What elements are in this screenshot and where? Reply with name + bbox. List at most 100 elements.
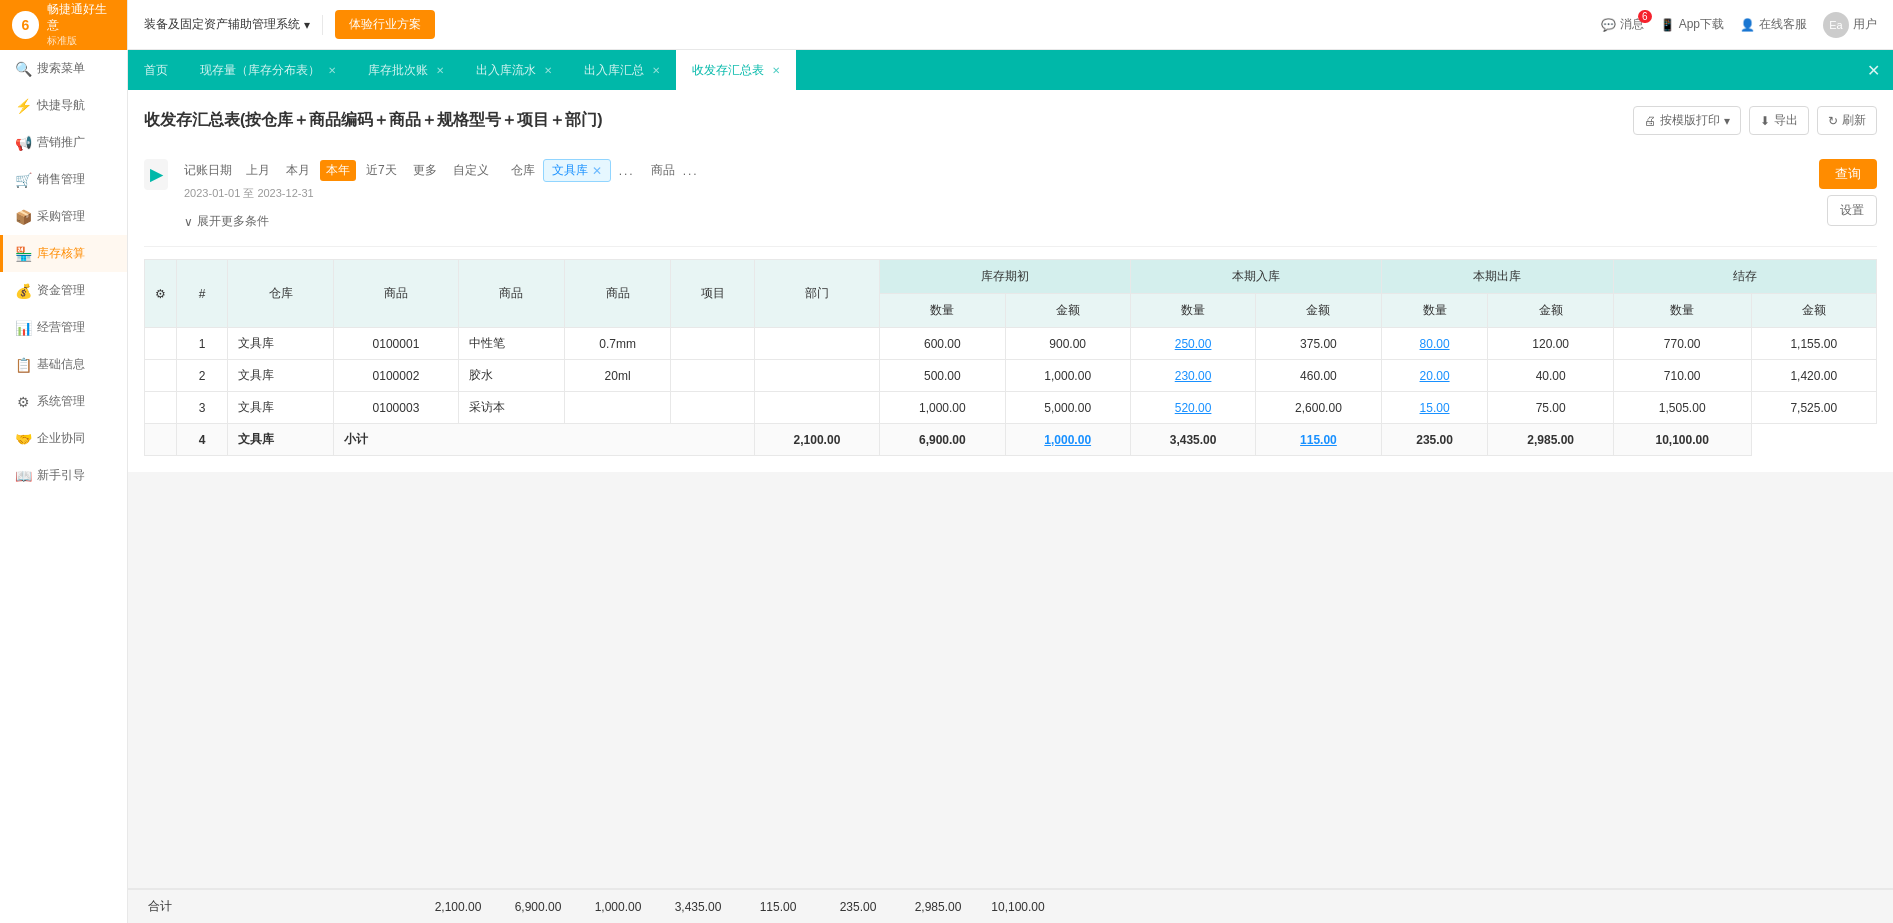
sub-open-amt: 金额 xyxy=(1005,294,1130,328)
warehouse-tag-close[interactable]: ✕ xyxy=(592,164,602,178)
app-download-item[interactable]: 📱 App下载 xyxy=(1660,16,1724,33)
tab-label-batch: 库存批次账 xyxy=(368,62,428,79)
sidebar-item-collab[interactable]: 🤝企业协同 xyxy=(0,420,127,457)
online-service-item[interactable]: 👤 在线客服 xyxy=(1740,16,1807,33)
nav-icon-finance: 💰 xyxy=(15,283,31,299)
sidebar-item-inventory[interactable]: 🏪库存核算 xyxy=(0,235,127,272)
tab-home[interactable]: 首页 xyxy=(128,50,184,90)
cell-out-amt-2: 75.00 xyxy=(1488,392,1613,424)
user-item[interactable]: Ea 用户 xyxy=(1823,12,1877,38)
cell-no-2: 3 xyxy=(177,392,228,424)
sidebar-item-purchase[interactable]: 📦采购管理 xyxy=(0,198,127,235)
tab-collect[interactable]: 收发存汇总表✕ xyxy=(676,50,796,90)
sub-out-qty: 数量 xyxy=(1381,294,1488,328)
tabs-container: 首页现存量（库存分布表）✕库存批次账✕出入库流水✕出入库汇总✕收发存汇总表✕ xyxy=(128,50,796,90)
col-settings-header[interactable]: ⚙ xyxy=(145,260,177,328)
date-options: 上月 本月 本年 近7天 更多 自定义 xyxy=(240,160,495,181)
cell-dept-1 xyxy=(754,360,879,392)
print-label: 按模版打印 xyxy=(1660,112,1720,129)
cell-in-qty-0[interactable]: 250.00 xyxy=(1130,328,1255,360)
sidebar-item-sales[interactable]: 🛒销售管理 xyxy=(0,161,127,198)
system-title-dropdown[interactable]: 装备及固定资产辅助管理系统 ▾ xyxy=(144,16,310,33)
sub-open-qty: 2,100.00 xyxy=(754,424,879,456)
filter-btns: 查询 设置 xyxy=(1819,159,1877,226)
nav-label-system: 系统管理 xyxy=(37,393,85,410)
date-btn-more[interactable]: 更多 xyxy=(407,160,443,181)
sidebar-logo: 6 畅捷通好生意 标准版 xyxy=(0,0,127,50)
export-icon: ⬇ xyxy=(1760,114,1770,128)
header-left: 装备及固定资产辅助管理系统 ▾ 体验行业方案 xyxy=(144,10,435,39)
sidebar-item-system[interactable]: ⚙系统管理 xyxy=(0,383,127,420)
cell-spec-1: 20ml xyxy=(564,360,671,392)
nav-label-finance: 资金管理 xyxy=(37,282,85,299)
tab-label-flow: 出入库流水 xyxy=(476,62,536,79)
cell-spec-0: 0.7mm xyxy=(564,328,671,360)
tab-summary[interactable]: 出入库汇总✕ xyxy=(568,50,676,90)
export-btn[interactable]: ⬇ 导出 xyxy=(1749,106,1809,135)
cell-in-amt-2: 2,600.00 xyxy=(1256,392,1381,424)
warehouse-more[interactable]: ... xyxy=(619,164,635,178)
cell-open-qty-0: 600.00 xyxy=(880,328,1005,360)
sidebar-item-quick[interactable]: ⚡快捷导航 xyxy=(0,87,127,124)
expand-label: 展开更多条件 xyxy=(197,213,269,230)
cell-open-qty-1: 500.00 xyxy=(880,360,1005,392)
sidebar-item-search[interactable]: 🔍搜索菜单 xyxy=(0,50,127,87)
cell-no-1: 2 xyxy=(177,360,228,392)
cell-out-qty-2[interactable]: 15.00 xyxy=(1381,392,1488,424)
date-range: 2023-01-01 至 2023-12-31 xyxy=(184,187,314,199)
sidebar-item-operation[interactable]: 📊经营管理 xyxy=(0,309,127,346)
message-item[interactable]: 💬 消息 6 xyxy=(1601,16,1644,33)
cell-out-qty-0[interactable]: 80.00 xyxy=(1381,328,1488,360)
expand-more-btn[interactable]: ∨ 展开更多条件 xyxy=(184,209,269,234)
tab-flow[interactable]: 出入库流水 ✕ xyxy=(460,50,568,90)
expand-collapse-btn[interactable]: ▶ xyxy=(144,159,168,190)
tab-close-collect[interactable]: ✕ xyxy=(772,65,780,76)
cell-goods-0: 中性笔 xyxy=(459,328,565,360)
sub-bal-qty: 数量 xyxy=(1613,294,1751,328)
date-btn-this-year[interactable]: 本年 xyxy=(320,160,356,181)
nav-icon-collab: 🤝 xyxy=(15,431,31,447)
tab-close-flow[interactable]: ✕ xyxy=(544,65,552,76)
date-btn-7days[interactable]: 近7天 xyxy=(360,160,403,181)
refresh-btn[interactable]: ↻ 刷新 xyxy=(1817,106,1877,135)
goods-more[interactable]: ... xyxy=(683,164,699,178)
cell-in-qty-1[interactable]: 230.00 xyxy=(1130,360,1255,392)
tab-close-inventory-dist[interactable]: ✕ xyxy=(328,65,336,76)
footer-summary: 合计 2,100.00 6,900.00 1,000.00 3,435.00 1… xyxy=(128,888,1893,923)
cell-in-amt-0: 375.00 xyxy=(1256,328,1381,360)
sidebar-item-basic[interactable]: 📋基础信息 xyxy=(0,346,127,383)
col-warehouse-header: 仓库 xyxy=(228,260,334,328)
cell-project-0 xyxy=(671,328,754,360)
filter-settings-btn[interactable]: 设置 xyxy=(1827,195,1877,226)
print-icon: 🖨 xyxy=(1644,114,1656,128)
cell-settings-2 xyxy=(145,392,177,424)
tab-bar-close-btn[interactable]: ✕ xyxy=(1853,50,1893,90)
date-label: 记账日期 xyxy=(184,162,232,179)
nav-label-inventory: 库存核算 xyxy=(37,245,85,262)
sidebar-item-guide[interactable]: 📖新手引导 xyxy=(0,457,127,494)
col-open-group: 库存期初 xyxy=(880,260,1131,294)
cell-bal-amt-0: 1,155.00 xyxy=(1751,328,1876,360)
tab-batch[interactable]: 库存批次账 ✕ xyxy=(352,50,460,90)
sidebar-item-finance[interactable]: 💰 资金管理 xyxy=(0,272,127,309)
nav-label-search: 搜索菜单 xyxy=(37,60,85,77)
nav-label-basic: 基础信息 xyxy=(37,356,85,373)
date-btn-this-month[interactable]: 本月 xyxy=(280,160,316,181)
cell-bal-amt-2: 7,525.00 xyxy=(1751,392,1876,424)
cell-open-amt-1: 1,000.00 xyxy=(1005,360,1130,392)
sub-bal-amt: 金额 xyxy=(1751,294,1876,328)
date-btn-custom[interactable]: 自定义 xyxy=(447,160,495,181)
tab-close-summary[interactable]: ✕ xyxy=(652,65,660,76)
cell-out-qty-1[interactable]: 20.00 xyxy=(1381,360,1488,392)
tab-close-batch[interactable]: ✕ xyxy=(436,65,444,76)
date-btn-last-month[interactable]: 上月 xyxy=(240,160,276,181)
cell-settings-1 xyxy=(145,360,177,392)
cell-in-qty-2[interactable]: 520.00 xyxy=(1130,392,1255,424)
experience-btn[interactable]: 体验行业方案 xyxy=(335,10,435,39)
tab-inventory-dist[interactable]: 现存量（库存分布表）✕ xyxy=(184,50,352,90)
main-table: ⚙ # 仓库 商品 商品 商品 项目 部门 库存期初 本期入库 本期出库 结存 xyxy=(144,259,1877,456)
query-btn[interactable]: 查询 xyxy=(1819,159,1877,189)
goods-label: 商品 xyxy=(651,162,675,179)
sidebar-item-marketing[interactable]: 📢营销推广 xyxy=(0,124,127,161)
print-btn[interactable]: 🖨 按模版打印 ▾ xyxy=(1633,106,1741,135)
